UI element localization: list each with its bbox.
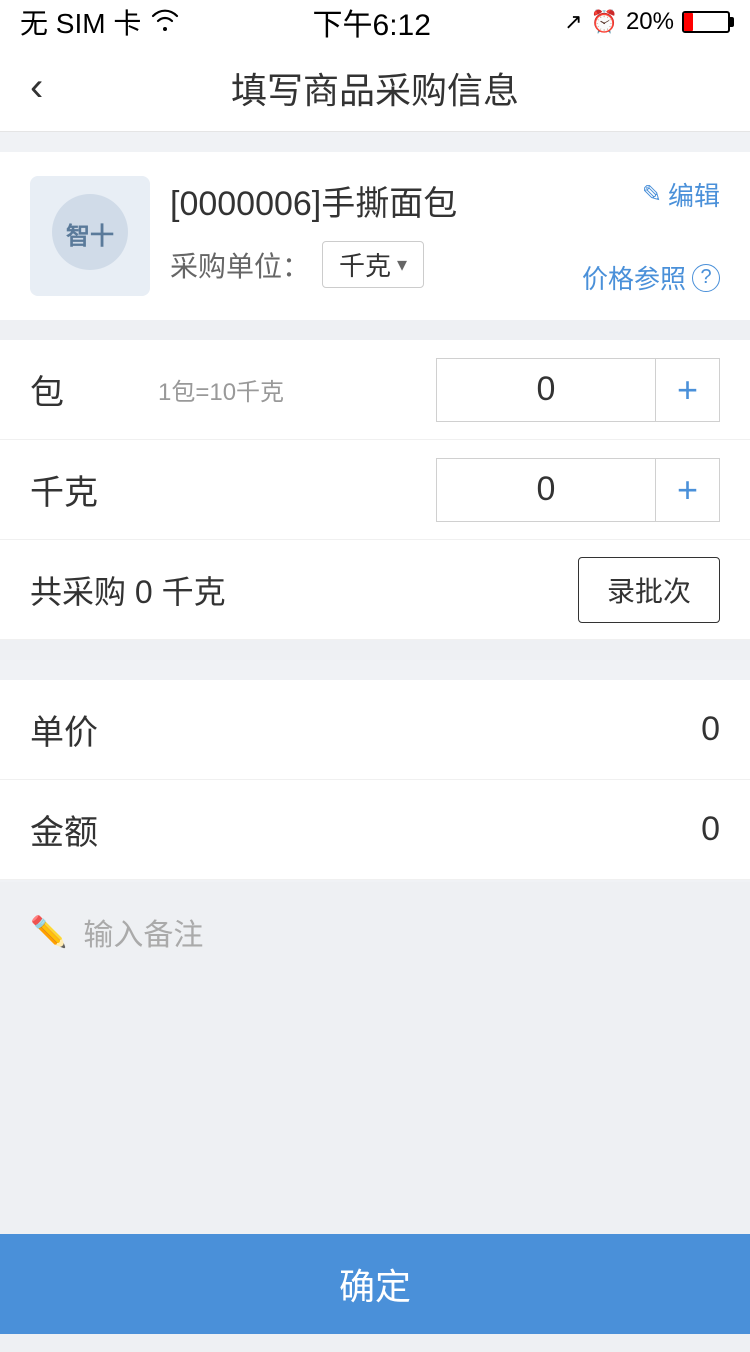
product-logo: 智十	[30, 176, 150, 296]
kg-input-right: +	[436, 458, 720, 522]
status-time: 下午6:12	[313, 0, 431, 44]
unit-price-row: 单价 0	[0, 680, 750, 780]
back-button[interactable]: ‹	[30, 65, 43, 110]
kg-input-row: 千克 +	[0, 440, 750, 540]
kg-plus-button[interactable]: +	[656, 458, 720, 522]
nav-bar: ‹ 填写商品采购信息	[0, 44, 750, 132]
price-ref-icon: ?	[692, 264, 720, 292]
kg-label: 千克	[30, 465, 150, 514]
amount-label: 金额	[30, 805, 98, 854]
package-label: 包	[30, 365, 150, 414]
note-section[interactable]: ✏️ 输入备注	[0, 882, 750, 982]
kg-qty-input[interactable]	[436, 458, 656, 522]
package-input-row: 包 1包=10千克 +	[0, 340, 750, 440]
status-right: ↗ ⏰ 20%	[564, 8, 730, 36]
divider-1	[0, 320, 750, 340]
summary-text: 共采购 0 千克	[30, 567, 226, 613]
price-ref-label: 价格参照	[582, 259, 686, 296]
svg-text:智十: 智十	[66, 222, 114, 250]
unit-price-label: 单价	[30, 705, 98, 754]
unit-value: 千克	[339, 246, 391, 283]
price-ref-button[interactable]: 价格参照 ?	[582, 259, 720, 296]
battery-percent: 20%	[626, 8, 674, 36]
battery-fill	[684, 13, 693, 31]
note-placeholder: 输入备注	[83, 910, 203, 954]
divider-2	[0, 640, 750, 660]
package-plus-button[interactable]: +	[656, 358, 720, 422]
product-card: 智十 [0000006]手撕面包 采购单位： 千克 ▾ ✎ 编辑 价格参照 ?	[0, 152, 750, 320]
edit-icon: ✎	[642, 180, 662, 209]
product-name: [0000006]手撕面包	[170, 176, 720, 225]
unit-label-text: 采购单位：	[170, 245, 310, 285]
carrier-text: 无 SIM 卡	[20, 2, 141, 42]
wifi-icon	[151, 6, 179, 38]
unit-price-value: 0	[701, 710, 720, 749]
location-icon: ↗	[564, 9, 582, 35]
edit-label: 编辑	[668, 176, 720, 213]
price-section: 单价 0 金额 0	[0, 680, 750, 880]
status-left: 无 SIM 卡	[20, 2, 179, 42]
package-qty-input[interactable]	[436, 358, 656, 422]
battery-icon	[682, 11, 730, 33]
input-section: 包 1包=10千克 + 千克 +	[0, 340, 750, 540]
page-title: 填写商品采购信息	[231, 62, 519, 114]
amount-row: 金额 0	[0, 780, 750, 880]
package-sublabel: 1包=10千克	[158, 372, 284, 407]
summary-row: 共采购 0 千克 录批次	[0, 540, 750, 640]
owl-logo-text: 智十	[50, 192, 130, 280]
pencil-icon: ✏️	[30, 915, 67, 950]
status-bar: 无 SIM 卡 下午6:12 ↗ ⏰ 20%	[0, 0, 750, 44]
amount-value: 0	[701, 810, 720, 849]
edit-button[interactable]: ✎ 编辑	[642, 176, 720, 213]
record-batch-button[interactable]: 录批次	[578, 557, 720, 623]
confirm-button[interactable]: 确定	[0, 1234, 750, 1334]
package-input-right: +	[436, 358, 720, 422]
unit-select[interactable]: 千克 ▾	[322, 241, 424, 288]
alarm-icon: ⏰	[591, 9, 618, 35]
dropdown-icon: ▾	[397, 252, 407, 277]
